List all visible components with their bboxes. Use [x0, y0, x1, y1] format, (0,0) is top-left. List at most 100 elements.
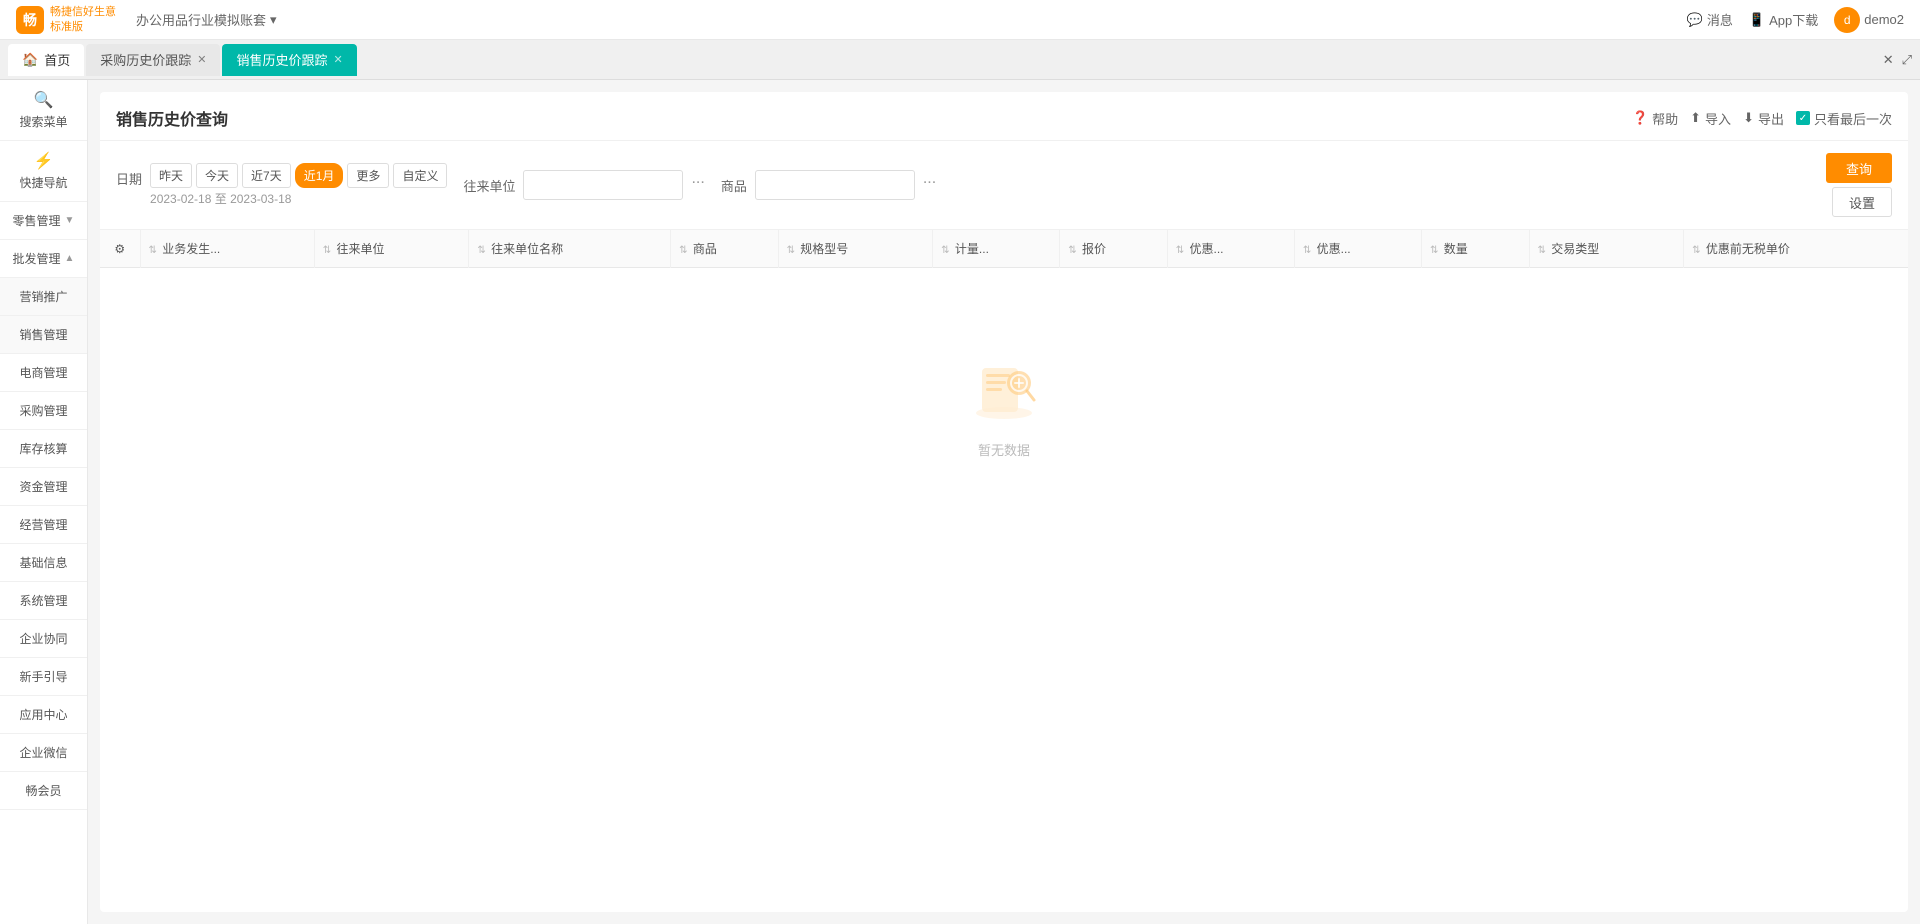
sort-icon: ⇅	[1303, 245, 1311, 256]
date-label: 日期	[116, 163, 142, 188]
sidebar-item-wholesale[interactable]: 批发管理 ▲	[0, 240, 87, 278]
date-range-text: 2023-02-18 至 2023-03-18	[150, 190, 447, 207]
sort-icon: ⇅	[1430, 245, 1438, 256]
date-btn-1month[interactable]: 近1月	[295, 163, 344, 188]
col-pretax-price[interactable]: ⇅ 优惠前无税单价	[1684, 230, 1908, 268]
sidebar-item-member[interactable]: 畅会员	[0, 772, 87, 810]
col-quantity[interactable]: ⇅ 数量	[1422, 230, 1529, 268]
close-purchase-tab[interactable]: ✕	[197, 53, 206, 66]
user-action[interactable]: d demo2	[1834, 7, 1904, 33]
help-action[interactable]: ❓ 帮助	[1632, 109, 1678, 128]
only-last-checkbox[interactable]: ✓ 只看最后一次	[1796, 109, 1892, 128]
page-card: 销售历史价查询 ❓ 帮助 ⬆ 导入 ⬇ 导出 ✓	[100, 92, 1908, 912]
sort-icon: ⇅	[1068, 245, 1076, 256]
sidebar-item-appstore[interactable]: 应用中心	[0, 696, 87, 734]
sidebar-item-sales-mgmt[interactable]: 销售管理	[0, 316, 87, 354]
partner-label: 往来单位	[463, 170, 515, 195]
col-unit[interactable]: ⇅ 计量...	[933, 230, 1060, 268]
tab-purchase[interactable]: 采购历史价跟踪 ✕	[86, 44, 220, 76]
col-trade-type[interactable]: ⇅ 交易类型	[1529, 230, 1684, 268]
app-download-action[interactable]: 📱 App下载	[1749, 10, 1818, 29]
page-header: 销售历史价查询 ❓ 帮助 ⬆ 导入 ⬇ 导出 ✓	[100, 92, 1908, 141]
col-biz-date[interactable]: ⇅ 业务发生...	[140, 230, 314, 268]
tab-bar: 🏠 首页 采购历史价跟踪 ✕ 销售历史价跟踪 ✕ ✕ ⤢	[0, 40, 1920, 80]
header-right: 💬 消息 📱 App下载 d demo2	[1687, 7, 1904, 33]
message-icon: 💬	[1687, 12, 1703, 28]
export-icon: ⬇	[1743, 110, 1754, 126]
col-discount1[interactable]: ⇅ 优惠...	[1167, 230, 1294, 268]
import-icon: ⬆	[1690, 110, 1701, 126]
col-partner-name[interactable]: ⇅ 往来单位名称	[469, 230, 671, 268]
data-table: ⚙ ⇅ 业务发生... ⇅ 往来单位 ⇅ 往来单位名称	[100, 230, 1908, 268]
sidebar-item-basic[interactable]: 基础信息	[0, 544, 87, 582]
product-filter-group: 商品 ...	[721, 170, 936, 200]
import-action[interactable]: ⬆ 导入	[1690, 109, 1731, 128]
sidebar-item-search[interactable]: 🔍 搜索菜单	[0, 80, 87, 141]
date-filter-group: 日期 昨天 今天 近7天 近1月 更多 自定义 2023-02-18 至 202…	[116, 163, 447, 207]
sidebar-item-marketing[interactable]: 营销推广	[0, 278, 87, 316]
close-sales-tab[interactable]: ✕	[333, 53, 342, 66]
sidebar-item-finance[interactable]: 资金管理	[0, 468, 87, 506]
download-icon: 📱	[1749, 12, 1765, 28]
main-layout: 🔍 搜索菜单 ⚡ 快捷导航 零售管理 ▼ 批发管理 ▲ 营销推广 销售管理 电商…	[0, 80, 1920, 924]
sidebar-item-retail[interactable]: 零售管理 ▼	[0, 202, 87, 240]
sidebar-item-wechat[interactable]: 企业微信	[0, 734, 87, 772]
sort-icon: ⇅	[787, 245, 795, 256]
product-dots[interactable]: ...	[923, 170, 936, 188]
sidebar-item-inventory[interactable]: 库存核算	[0, 430, 87, 468]
header-left: 畅 畅捷信好生意 标准版 办公用品行业模拟账套 ▾	[16, 5, 277, 34]
export-action[interactable]: ⬇ 导出	[1743, 109, 1784, 128]
app-selector[interactable]: 办公用品行业模拟账套 ▾	[136, 10, 277, 29]
sidebar-item-purchase[interactable]: 采购管理	[0, 392, 87, 430]
logo-text: 畅捷信好生意 标准版	[50, 5, 116, 34]
tab-home[interactable]: 🏠 首页	[8, 44, 84, 76]
sort-icon: ⇅	[477, 245, 485, 256]
partner-input[interactable]	[523, 170, 683, 200]
date-btn-today[interactable]: 今天	[196, 163, 238, 188]
content-area: 销售历史价查询 ❓ 帮助 ⬆ 导入 ⬇ 导出 ✓	[88, 80, 1920, 924]
empty-text: 暂无数据	[978, 440, 1030, 459]
product-input[interactable]	[755, 170, 915, 200]
date-btn-more[interactable]: 更多	[347, 163, 389, 188]
partner-dots[interactable]: ...	[691, 170, 704, 188]
date-buttons: 昨天 今天 近7天 近1月 更多 自定义	[150, 163, 447, 188]
quicknav-icon: ⚡	[34, 151, 54, 171]
sort-icon: ⇅	[1692, 245, 1700, 256]
date-btn-7days[interactable]: 近7天	[242, 163, 291, 188]
sidebar-item-enterprise[interactable]: 企业协同	[0, 620, 87, 658]
logo-icon: 畅	[16, 6, 44, 34]
col-product[interactable]: ⇅ 商品	[671, 230, 778, 268]
table-area: ⚙ ⇅ 业务发生... ⇅ 往来单位 ⇅ 往来单位名称	[100, 230, 1908, 912]
date-btn-custom[interactable]: 自定义	[393, 163, 447, 188]
filter-dates: 昨天 今天 近7天 近1月 更多 自定义 2023-02-18 至 2023-0…	[150, 163, 447, 207]
tab-sales[interactable]: 销售历史价跟踪 ✕	[222, 44, 356, 76]
avatar: d	[1834, 7, 1860, 33]
sidebar-item-guide[interactable]: 新手引导	[0, 658, 87, 696]
col-spec[interactable]: ⇅ 规格型号	[778, 230, 933, 268]
empty-illustration	[964, 348, 1044, 428]
product-label: 商品	[721, 170, 747, 195]
chevron-up-icon: ▲	[65, 253, 75, 264]
query-button[interactable]: 查询	[1826, 153, 1892, 183]
settings-button[interactable]: 设置	[1832, 187, 1892, 217]
maximize-icon[interactable]: ⤢	[1902, 52, 1912, 68]
page-actions: ❓ 帮助 ⬆ 导入 ⬇ 导出 ✓ 只看最后一次	[1632, 109, 1892, 128]
col-gear[interactable]: ⚙	[100, 230, 140, 268]
sidebar-item-ecommerce[interactable]: 电商管理	[0, 354, 87, 392]
top-header: 畅 畅捷信好生意 标准版 办公用品行业模拟账套 ▾ 💬 消息 📱 App下载 d…	[0, 0, 1920, 40]
sidebar-item-system[interactable]: 系统管理	[0, 582, 87, 620]
message-action[interactable]: 💬 消息	[1687, 10, 1733, 29]
col-partner-code[interactable]: ⇅ 往来单位	[314, 230, 469, 268]
chevron-down-icon: ▼	[65, 215, 75, 226]
col-quoted-price[interactable]: ⇅ 报价	[1060, 230, 1167, 268]
date-btn-yesterday[interactable]: 昨天	[150, 163, 192, 188]
close-all-icon[interactable]: ✕	[1883, 52, 1894, 68]
empty-state: 暂无数据	[100, 268, 1908, 539]
home-icon: 🏠	[22, 52, 38, 68]
page-title: 销售历史价查询	[116, 106, 228, 130]
col-discount2[interactable]: ⇅ 优惠...	[1294, 230, 1421, 268]
sidebar-item-operations[interactable]: 经营管理	[0, 506, 87, 544]
sidebar-item-quicknav[interactable]: ⚡ 快捷导航	[0, 141, 87, 202]
table-header-row: ⚙ ⇅ 业务发生... ⇅ 往来单位 ⇅ 往来单位名称	[100, 230, 1908, 268]
sidebar: 🔍 搜索菜单 ⚡ 快捷导航 零售管理 ▼ 批发管理 ▲ 营销推广 销售管理 电商…	[0, 80, 88, 924]
